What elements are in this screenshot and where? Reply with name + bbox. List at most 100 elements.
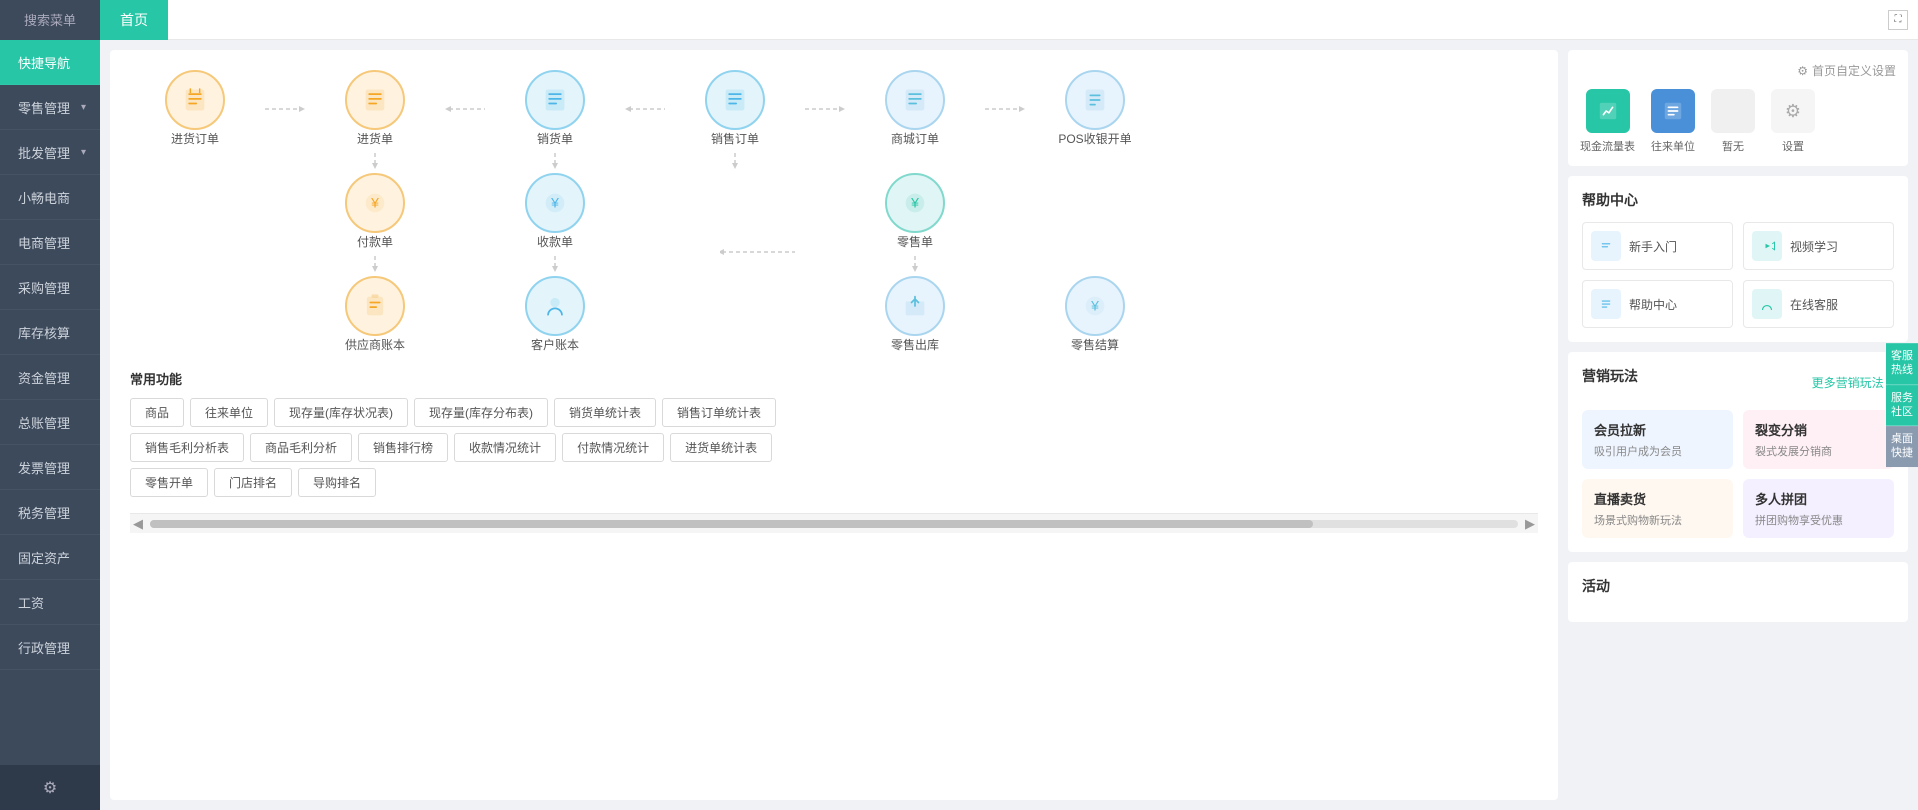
- search-menu-button[interactable]: 搜索菜单: [0, 0, 100, 40]
- common-functions-title: 常用功能: [130, 369, 1538, 388]
- workflow-diagram: 进货订单 进货单: [130, 70, 1538, 353]
- marketing-item-group[interactable]: 多人拼团 拼团购物享受优惠: [1743, 479, 1894, 538]
- help-item-video[interactable]: 视频学习: [1743, 222, 1894, 270]
- func-btn-salesorder-stat[interactable]: 销售订单统计表: [662, 398, 776, 427]
- help-center-item-label: 帮助中心: [1629, 296, 1677, 313]
- node-retail-order[interactable]: ¥ 零售单: [850, 173, 980, 250]
- scroll-left-arrow[interactable]: ◀: [130, 514, 146, 534]
- sidebar-item-label: 快捷导航: [18, 53, 70, 72]
- arrow-down-receipt: [490, 254, 620, 272]
- help-item-beginner[interactable]: 新手入门: [1582, 222, 1733, 270]
- sidebar: 快捷导航 零售管理 ▾ 批发管理 ▾ 小畅电商 电商管理 采购管理 库存核算 资…: [0, 40, 100, 810]
- sidebar-item-salary[interactable]: 工资: [0, 580, 100, 625]
- node-supplier-account-icon: [345, 276, 405, 336]
- side-btn-service[interactable]: 客服热线: [1886, 343, 1918, 385]
- node-retail-out-icon: [885, 276, 945, 336]
- sidebar-item-inventory[interactable]: 库存核算: [0, 310, 100, 355]
- qa-item-cashflow[interactable]: 现金流量表: [1580, 89, 1635, 154]
- qa-item-settings[interactable]: ⚙ 设置: [1771, 89, 1815, 154]
- arrow-down-payment: [310, 254, 440, 272]
- side-btn-community[interactable]: 服务社区: [1886, 385, 1918, 427]
- func-btn-receipt-stat[interactable]: 收款情况统计: [454, 433, 556, 462]
- func-btn-guide-rank[interactable]: 导购排名: [298, 468, 376, 497]
- func-btn-goods[interactable]: 商品: [130, 398, 184, 427]
- node-customer-account[interactable]: 客户账本: [490, 276, 620, 353]
- help-item-center[interactable]: 帮助中心: [1582, 280, 1733, 328]
- node-receipt[interactable]: ¥ 收款单: [490, 173, 620, 250]
- func-btn-profit2[interactable]: 商品毛利分析: [250, 433, 352, 462]
- homepage-customize-setting[interactable]: ⚙ 首页自定义设置: [1797, 62, 1896, 79]
- workflow-panel: 进货订单 进货单: [110, 50, 1558, 800]
- func-btn-ranking[interactable]: 销售排行榜: [358, 433, 448, 462]
- sidebar-item-ledger[interactable]: 总账管理: [0, 400, 100, 445]
- svg-text:¥: ¥: [910, 195, 919, 211]
- node-purchase-order-icon: [165, 70, 225, 130]
- side-buttons: 客服热线 服务社区 桌面快捷: [1886, 343, 1918, 467]
- sidebar-item-ecommerce[interactable]: 电商管理: [0, 220, 100, 265]
- node-purchase-bill-icon: [345, 70, 405, 130]
- node-retail-out-label: 零售出库: [891, 336, 939, 353]
- node-purchase-order[interactable]: 进货订单: [130, 70, 260, 147]
- node-mall-order-label: 商城订单: [891, 130, 939, 147]
- service-icon: [1752, 289, 1782, 319]
- arrow-down-purchase: [310, 151, 440, 169]
- sidebar-item-finance[interactable]: 资金管理: [0, 355, 100, 400]
- scroll-track[interactable]: [150, 520, 1518, 528]
- sidebar-settings-button[interactable]: ⚙: [0, 765, 100, 810]
- node-mall-order[interactable]: 商城订单: [850, 70, 980, 147]
- horizontal-scrollbar[interactable]: ◀ ▶: [130, 513, 1538, 533]
- arrow-h3: [620, 104, 670, 114]
- func-btn-units[interactable]: 往来单位: [190, 398, 268, 427]
- marketing-item-member[interactable]: 会员拉新 吸引用户成为会员: [1582, 410, 1733, 469]
- sidebar-item-admin[interactable]: 行政管理: [0, 625, 100, 670]
- func-btn-store-rank[interactable]: 门店排名: [214, 468, 292, 497]
- marketing-group-title: 多人拼团: [1755, 489, 1882, 508]
- node-retail-settle-icon: ¥: [1065, 276, 1125, 336]
- node-customer-account-icon: [525, 276, 585, 336]
- node-retail-settle[interactable]: ¥ 零售结算: [1030, 276, 1160, 353]
- sidebar-item-assets[interactable]: 固定资产: [0, 535, 100, 580]
- arrow-down-sales: [490, 151, 620, 169]
- node-pos[interactable]: POS收银开单: [1030, 70, 1160, 147]
- func-btn-stock2[interactable]: 现存量(库存分布表): [414, 398, 548, 427]
- sidebar-item-tax[interactable]: 税务管理: [0, 490, 100, 535]
- help-item-service[interactable]: 在线客服: [1743, 280, 1894, 328]
- func-buttons-row2: 销售毛利分析表 商品毛利分析 销售排行榜 收款情况统计 付款情况统计 进货单统计…: [130, 433, 1538, 462]
- node-sales-order[interactable]: 销售订单: [670, 70, 800, 147]
- marketing-fission-sub: 裂式发展分销商: [1755, 443, 1882, 459]
- node-sales-bill[interactable]: 销货单: [490, 70, 620, 147]
- marketing-item-live[interactable]: 直播卖货 场景式购物新玩法: [1582, 479, 1733, 538]
- sidebar-item-label: 工资: [18, 593, 44, 612]
- tab-home-label: 首页: [120, 10, 148, 30]
- scroll-right-arrow[interactable]: ▶: [1522, 514, 1538, 534]
- fullscreen-button[interactable]: ⛶: [1888, 10, 1908, 30]
- node-purchase-bill[interactable]: 进货单: [310, 70, 440, 147]
- tab-home[interactable]: 首页: [100, 0, 168, 40]
- sidebar-item-quick-nav[interactable]: 快捷导航: [0, 40, 100, 85]
- sidebar-item-purchase[interactable]: 采购管理: [0, 265, 100, 310]
- marketing-item-fission[interactable]: 裂变分销 裂式发展分销商: [1743, 410, 1894, 469]
- func-btn-profit1[interactable]: 销售毛利分析表: [130, 433, 244, 462]
- qa-item-none[interactable]: 暂无: [1711, 89, 1755, 154]
- sidebar-item-label: 发票管理: [18, 458, 70, 477]
- sidebar-item-ecommerce-small[interactable]: 小畅电商: [0, 175, 100, 220]
- cashflow-icon: [1586, 89, 1630, 133]
- func-buttons-row3: 零售开单 门店排名 导购排名: [130, 468, 1538, 497]
- func-btn-purchase-stat[interactable]: 进货单统计表: [670, 433, 772, 462]
- sidebar-item-label: 电商管理: [18, 233, 70, 252]
- node-payment[interactable]: ¥ 付款单: [310, 173, 440, 250]
- func-btn-sales-stat[interactable]: 销货单统计表: [554, 398, 656, 427]
- func-btn-retail-order[interactable]: 零售开单: [130, 468, 208, 497]
- func-btn-payment-stat[interactable]: 付款情况统计: [562, 433, 664, 462]
- side-btn-desktop[interactable]: 桌面快捷: [1886, 426, 1918, 467]
- sidebar-item-invoice[interactable]: 发票管理: [0, 445, 100, 490]
- func-btn-stock1[interactable]: 现存量(库存状况表): [274, 398, 408, 427]
- sidebar-item-wholesale[interactable]: 批发管理 ▾: [0, 130, 100, 175]
- node-sales-order-icon: [705, 70, 765, 130]
- svg-text:¥: ¥: [550, 195, 559, 211]
- qa-item-units[interactable]: 往来单位: [1651, 89, 1695, 154]
- more-marketing-link[interactable]: 更多营销玩法 >: [1812, 374, 1894, 391]
- node-retail-out[interactable]: 零售出库: [850, 276, 980, 353]
- sidebar-item-retail[interactable]: 零售管理 ▾: [0, 85, 100, 130]
- node-supplier-account[interactable]: 供应商账本: [310, 276, 440, 353]
